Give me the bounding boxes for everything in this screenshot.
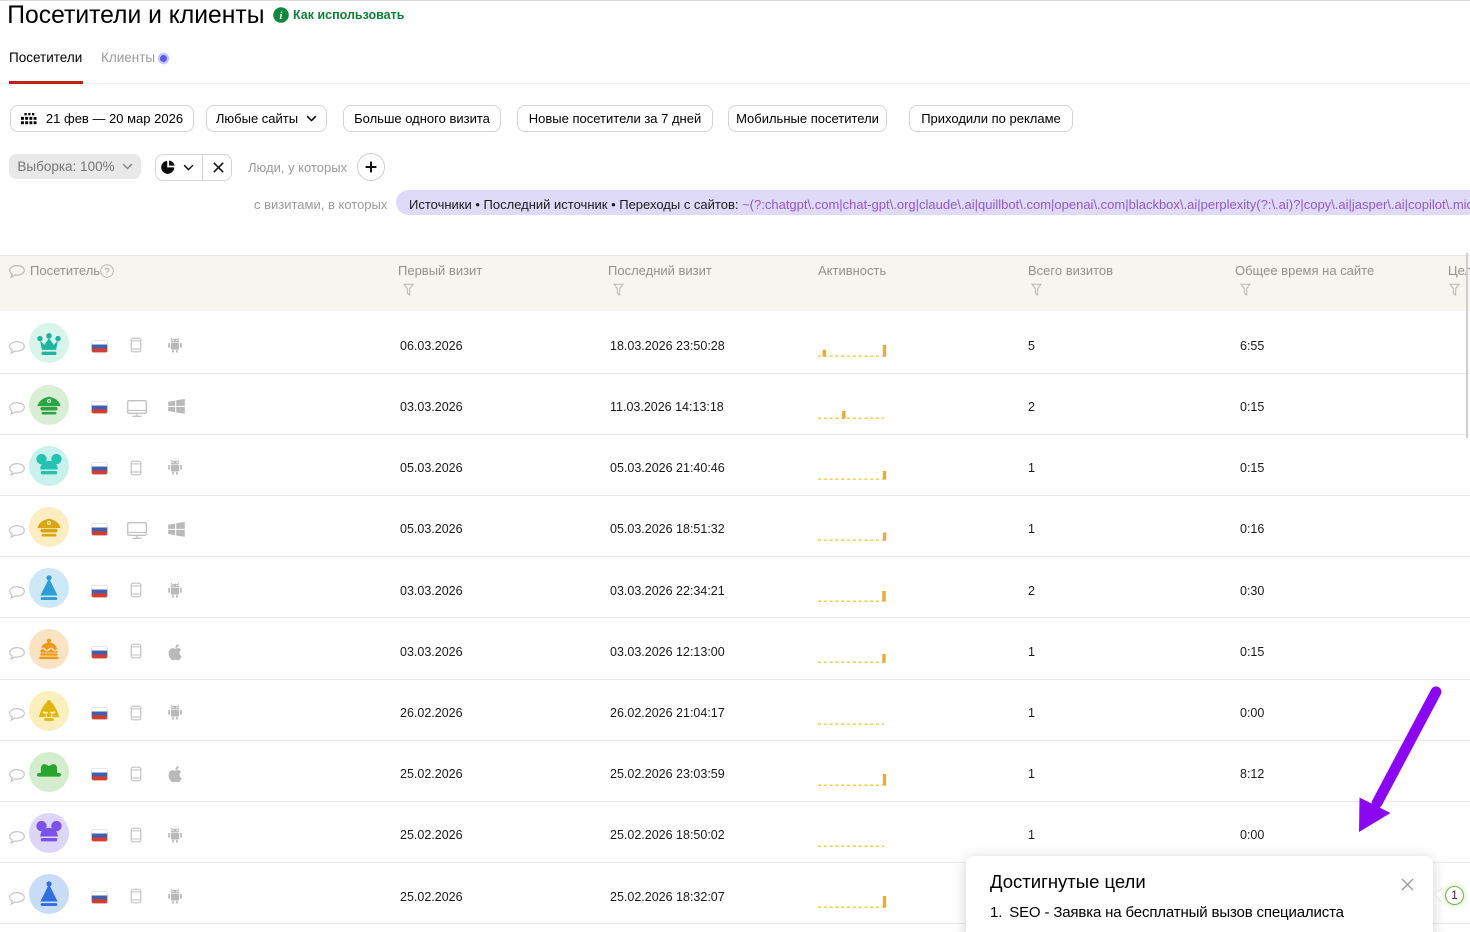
svg-text:?: ? bbox=[104, 266, 109, 277]
svg-text:i: i bbox=[280, 10, 283, 21]
